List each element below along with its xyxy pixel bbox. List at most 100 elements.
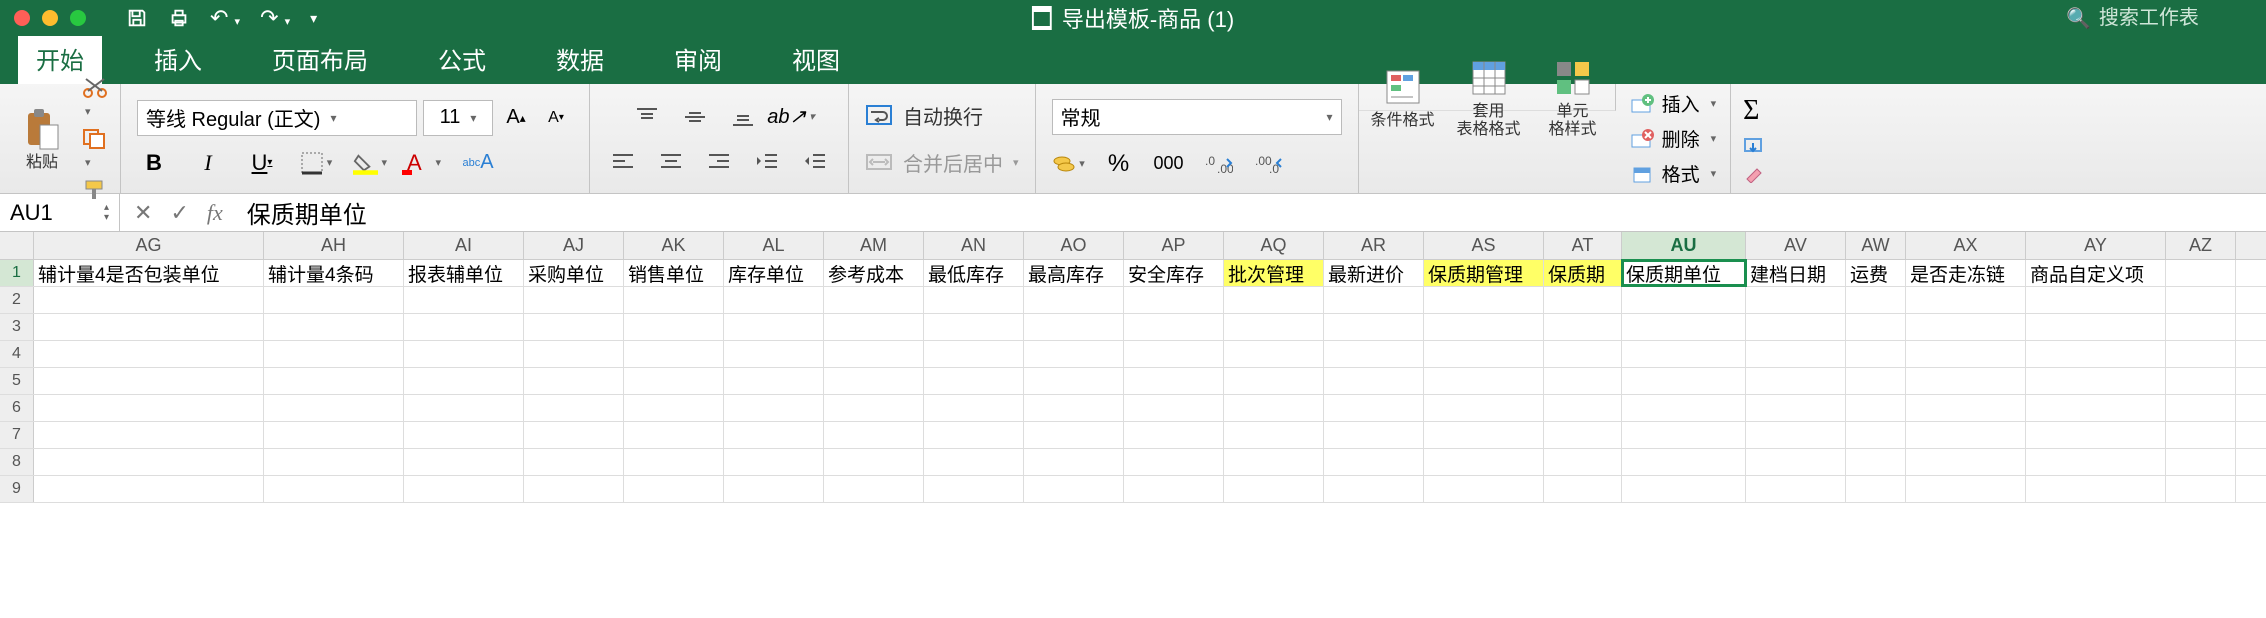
column-header-AM[interactable]: AM — [824, 232, 924, 259]
merge-center-button[interactable]: 合并后居中 ▾ — [865, 148, 1019, 177]
cell[interactable] — [264, 368, 404, 394]
increase-font-button[interactable]: A▴ — [499, 103, 533, 133]
tab-data[interactable]: 数据 — [538, 33, 622, 84]
underline-button[interactable]: U ▾ — [245, 148, 279, 178]
fill-button[interactable] — [1743, 137, 1765, 155]
cut-icon[interactable] — [82, 77, 108, 120]
cell[interactable] — [1622, 449, 1746, 475]
cell[interactable] — [1846, 476, 1906, 502]
cell[interactable] — [1324, 422, 1424, 448]
formula-input[interactable] — [237, 199, 2266, 227]
cell[interactable] — [1024, 368, 1124, 394]
align-middle-button[interactable] — [678, 102, 712, 132]
cell[interactable] — [1846, 368, 1906, 394]
borders-button[interactable] — [299, 148, 333, 178]
cell[interactable] — [1906, 287, 2026, 313]
cell[interactable] — [924, 422, 1024, 448]
cell[interactable] — [824, 341, 924, 367]
column-header-AP[interactable]: AP — [1124, 232, 1224, 259]
cell[interactable] — [1324, 341, 1424, 367]
cell[interactable]: 最新进价 — [1324, 260, 1424, 286]
cell[interactable] — [1124, 341, 1224, 367]
decrease-indent-button[interactable] — [750, 146, 784, 176]
cell[interactable] — [524, 341, 624, 367]
decrease-decimal-button[interactable]: .00.0 — [1252, 149, 1286, 179]
cell[interactable] — [1906, 395, 2026, 421]
cell[interactable] — [1746, 287, 1846, 313]
row-header[interactable]: 6 — [0, 395, 34, 421]
cell[interactable] — [724, 341, 824, 367]
column-header-AX[interactable]: AX — [1906, 232, 2026, 259]
decrease-font-button[interactable]: A▾ — [539, 103, 573, 133]
cell[interactable] — [1746, 449, 1846, 475]
wrap-text-button[interactable]: 自动换行 — [865, 101, 983, 130]
cell[interactable] — [1424, 422, 1544, 448]
cell[interactable] — [724, 449, 824, 475]
cell[interactable] — [1124, 449, 1224, 475]
cell[interactable] — [924, 341, 1024, 367]
search-box[interactable]: 🔍 — [2066, 6, 2256, 31]
cell[interactable] — [1224, 314, 1324, 340]
cell[interactable] — [724, 287, 824, 313]
cell[interactable] — [2166, 395, 2236, 421]
italic-button[interactable]: I — [191, 148, 225, 178]
cell[interactable] — [34, 395, 264, 421]
cell[interactable] — [34, 422, 264, 448]
row-header[interactable]: 2 — [0, 287, 34, 313]
column-header-AU[interactable]: AU — [1622, 232, 1746, 259]
cell[interactable] — [404, 287, 524, 313]
phonetic-guide-button[interactable]: abcA — [461, 148, 495, 178]
column-header-AZ[interactable]: AZ — [2166, 232, 2236, 259]
cell[interactable] — [264, 476, 404, 502]
currency-button[interactable] — [1052, 149, 1086, 179]
cell[interactable] — [1224, 476, 1324, 502]
increase-decimal-button[interactable]: .0.00 — [1202, 149, 1236, 179]
cell[interactable] — [1024, 287, 1124, 313]
cell[interactable] — [1024, 314, 1124, 340]
fx-icon[interactable]: fx — [207, 200, 223, 226]
cell[interactable]: 是否走冻链 — [1906, 260, 2026, 286]
cell[interactable] — [724, 368, 824, 394]
cell[interactable] — [2166, 287, 2236, 313]
cell[interactable] — [2166, 449, 2236, 475]
cell[interactable] — [524, 395, 624, 421]
enter-formula-icon[interactable]: ✓ — [170, 200, 188, 226]
cell[interactable] — [2026, 422, 2166, 448]
cell[interactable] — [1424, 287, 1544, 313]
cell[interactable] — [1846, 341, 1906, 367]
cell[interactable] — [924, 395, 1024, 421]
cell[interactable] — [404, 314, 524, 340]
percent-button[interactable]: % — [1102, 149, 1136, 179]
cell[interactable] — [1024, 395, 1124, 421]
cell[interactable] — [1544, 449, 1622, 475]
cell[interactable] — [404, 422, 524, 448]
cell[interactable] — [824, 422, 924, 448]
cell[interactable]: 库存单位 — [724, 260, 824, 286]
column-header-AY[interactable]: AY — [2026, 232, 2166, 259]
cell[interactable] — [724, 422, 824, 448]
cell[interactable] — [1544, 422, 1622, 448]
cell[interactable] — [404, 341, 524, 367]
conditional-format-button[interactable]: 条件格式 — [1371, 64, 1435, 130]
cell[interactable] — [1124, 395, 1224, 421]
cell[interactable] — [34, 341, 264, 367]
increase-indent-button[interactable] — [798, 146, 832, 176]
cell[interactable] — [404, 449, 524, 475]
cell[interactable] — [524, 422, 624, 448]
cell[interactable] — [1846, 395, 1906, 421]
cell[interactable] — [1846, 287, 1906, 313]
cell[interactable]: 批次管理 — [1224, 260, 1324, 286]
tab-insert[interactable]: 插入 — [136, 33, 220, 84]
select-all-corner[interactable] — [0, 232, 34, 259]
cell[interactable]: 保质期管理 — [1424, 260, 1544, 286]
cell[interactable] — [1424, 449, 1544, 475]
cell[interactable] — [1324, 449, 1424, 475]
cell[interactable] — [724, 395, 824, 421]
cell[interactable] — [624, 395, 724, 421]
cell[interactable] — [624, 368, 724, 394]
comma-button[interactable]: 000 — [1152, 149, 1186, 179]
cell[interactable] — [2026, 476, 2166, 502]
cell[interactable] — [2166, 476, 2236, 502]
number-format-dropdown[interactable]: 常规▾ — [1052, 99, 1342, 135]
column-header-AI[interactable]: AI — [404, 232, 524, 259]
